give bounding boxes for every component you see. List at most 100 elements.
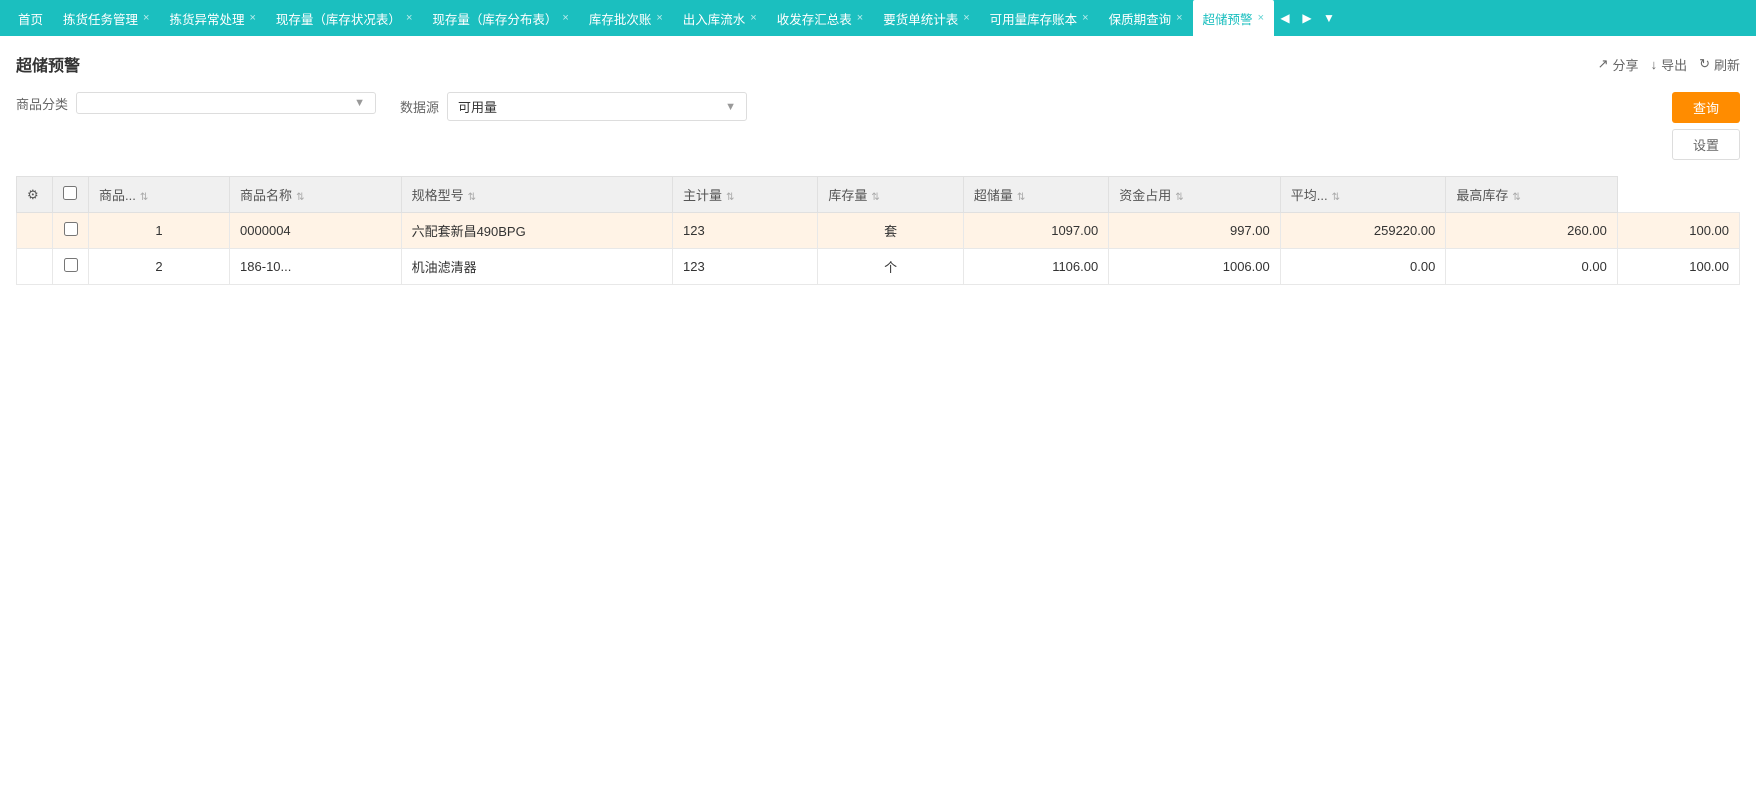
close-stock-dist[interactable]: ×: [562, 12, 568, 24]
close-summary[interactable]: ×: [857, 12, 863, 24]
th-maxstock[interactable]: 最高库存⇅: [1446, 177, 1618, 213]
datasource-label: 数据源: [400, 97, 439, 116]
nav-arrow-more[interactable]: ▼: [1318, 0, 1340, 36]
td-capital-2: 0.00: [1280, 249, 1446, 285]
td-rownum-2: 2: [89, 249, 230, 285]
close-available[interactable]: ×: [1082, 12, 1088, 24]
nav-arrow-right[interactable]: ▶: [1296, 0, 1318, 36]
nav-expiry[interactable]: 保质期查询 ×: [1099, 0, 1193, 36]
page-title: 超储预警: [16, 52, 80, 76]
export-icon: ↓: [1651, 57, 1658, 72]
th-unit[interactable]: 主计量⇅: [673, 177, 818, 213]
table-row: 2 186-10... 机油滤清器 123 个 1106.00 1006.00 …: [17, 249, 1740, 285]
filter-datasource: 数据源 可用量 ▼: [400, 92, 747, 121]
close-inout[interactable]: ×: [750, 12, 756, 24]
export-button[interactable]: ↓ 导出: [1651, 55, 1688, 74]
td-spec-1: 123: [673, 213, 818, 249]
td-avg-2: 0.00: [1446, 249, 1618, 285]
th-stock[interactable]: 库存量⇅: [818, 177, 963, 213]
td-over-1: 997.00: [1109, 213, 1281, 249]
th-checkbox[interactable]: [53, 177, 89, 213]
th-code[interactable]: 商品...⇅: [89, 177, 230, 213]
td-code-2: 186-10...: [230, 249, 402, 285]
sort-unit-icon: ⇅: [726, 192, 734, 203]
sort-name-icon: ⇅: [296, 192, 304, 203]
datasource-value: 可用量: [458, 97, 497, 116]
nav-available-stock[interactable]: 可用量库存账本 ×: [980, 0, 1099, 36]
page-wrapper: 超储预警 ↗ 分享 ↓ 导出 ↻ 刷新 商品分类 ▼ 数据源: [0, 36, 1756, 800]
nav-home[interactable]: 首页: [8, 0, 53, 36]
th-gear[interactable]: ⚙: [17, 177, 53, 213]
nav-exception[interactable]: 拣货异常处理 ×: [159, 0, 265, 36]
nav-inout-flow[interactable]: 出入库流水 ×: [673, 0, 767, 36]
nav-overstock[interactable]: 超储预警 ×: [1193, 0, 1274, 36]
td-unit-1: 套: [818, 213, 963, 249]
td-over-2: 1006.00: [1109, 249, 1281, 285]
datasource-select[interactable]: 可用量 ▼: [447, 92, 747, 121]
td-gear-2: [17, 249, 53, 285]
td-unit-2: 个: [818, 249, 963, 285]
nav-summary[interactable]: 收发存汇总表 ×: [767, 0, 873, 36]
th-over[interactable]: 超储量⇅: [963, 177, 1108, 213]
table-row: 1 0000004 六配套新昌490BPG 123 套 1097.00 997.…: [17, 213, 1740, 249]
category-chevron: ▼: [354, 97, 365, 109]
th-name[interactable]: 商品名称⇅: [230, 177, 402, 213]
td-spec-2: 123: [673, 249, 818, 285]
filter-category: 商品分类 ▼: [16, 92, 376, 114]
nav-stock-dist[interactable]: 现存量（库存分布表）×: [422, 0, 578, 36]
gear-icon: ⚙: [27, 187, 39, 202]
category-label: 商品分类: [16, 94, 68, 113]
sort-spec-icon: ⇅: [468, 192, 476, 203]
page-header: 超储预警 ↗ 分享 ↓ 导出 ↻ 刷新: [16, 52, 1740, 76]
th-avg[interactable]: 平均...⇅: [1280, 177, 1446, 213]
nav-task-mgmt[interactable]: 拣货任务管理 ×: [53, 0, 159, 36]
share-button[interactable]: ↗ 分享: [1598, 55, 1639, 74]
header-actions: ↗ 分享 ↓ 导出 ↻ 刷新: [1598, 55, 1740, 74]
close-task-mgmt[interactable]: ×: [143, 12, 149, 24]
close-expiry[interactable]: ×: [1176, 12, 1182, 24]
td-check-1[interactable]: [53, 213, 89, 249]
share-icon: ↗: [1598, 56, 1609, 72]
query-button[interactable]: 查询: [1672, 92, 1740, 123]
data-table: ⚙ 商品...⇅ 商品名称⇅ 规格型号⇅ 主计量⇅ 库存量⇅ 超储量⇅ 资金占用…: [16, 176, 1740, 285]
refresh-icon: ↻: [1699, 56, 1710, 72]
settings-button[interactable]: 设置: [1672, 129, 1740, 160]
close-batch[interactable]: ×: [656, 12, 662, 24]
top-nav: 首页 拣货任务管理 × 拣货异常处理 × 现存量（库存状况表）× 现存量（库存分…: [0, 0, 1756, 36]
row-checkbox-2[interactable]: [64, 258, 78, 272]
datasource-chevron: ▼: [725, 101, 736, 113]
close-stock-status[interactable]: ×: [406, 12, 412, 24]
sort-stock-icon: ⇅: [871, 192, 879, 203]
td-gear-1: [17, 213, 53, 249]
nav-arrow-left[interactable]: ◀: [1274, 0, 1296, 36]
sort-capital-icon: ⇅: [1175, 192, 1183, 203]
td-capital-1: 259220.00: [1280, 213, 1446, 249]
th-spec[interactable]: 规格型号⇅: [401, 177, 672, 213]
td-name-1: 六配套新昌490BPG: [401, 213, 672, 249]
nav-order-stats[interactable]: 要货单统计表 ×: [873, 0, 979, 36]
row-checkbox-1[interactable]: [64, 222, 78, 236]
nav-batch-account[interactable]: 库存批次账 ×: [579, 0, 673, 36]
td-check-2[interactable]: [53, 249, 89, 285]
sort-code-icon: ⇅: [140, 192, 148, 203]
filter-bar: 商品分类 ▼ 数据源 可用量 ▼ 查询 设置: [16, 92, 1740, 160]
td-maxstock-2: 100.00: [1617, 249, 1739, 285]
sort-avg-icon: ⇅: [1332, 192, 1340, 203]
sort-maxstock-icon: ⇅: [1512, 192, 1520, 203]
select-all-checkbox[interactable]: [63, 186, 77, 200]
close-overstock[interactable]: ×: [1258, 12, 1264, 24]
close-exception[interactable]: ×: [249, 12, 255, 24]
td-maxstock-1: 100.00: [1617, 213, 1739, 249]
close-order[interactable]: ×: [963, 12, 969, 24]
category-select[interactable]: ▼: [76, 92, 376, 114]
th-capital[interactable]: 资金占用⇅: [1109, 177, 1281, 213]
action-buttons: 查询 设置: [1672, 92, 1740, 160]
td-rownum-1: 1: [89, 213, 230, 249]
td-code-1: 0000004: [230, 213, 402, 249]
td-name-2: 机油滤清器: [401, 249, 672, 285]
td-stock-2: 1106.00: [963, 249, 1108, 285]
table-header-row: ⚙ 商品...⇅ 商品名称⇅ 规格型号⇅ 主计量⇅ 库存量⇅ 超储量⇅ 资金占用…: [17, 177, 1740, 213]
td-stock-1: 1097.00: [963, 213, 1108, 249]
nav-stock-status[interactable]: 现存量（库存状况表）×: [266, 0, 422, 36]
refresh-button[interactable]: ↻ 刷新: [1699, 55, 1740, 74]
